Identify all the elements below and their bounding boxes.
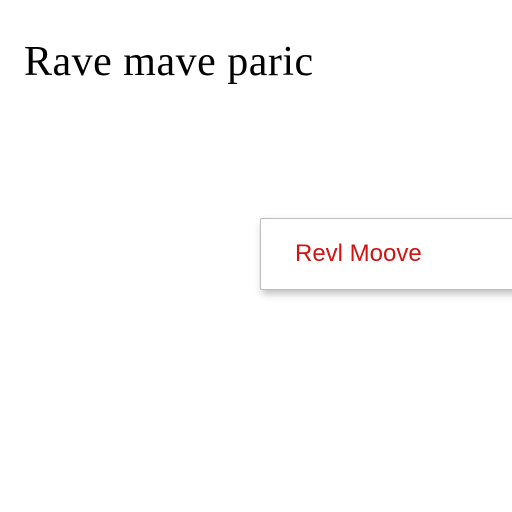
revl-moove-button[interactable]: Revl Moove	[260, 218, 512, 290]
page-heading: Rave mave paric	[24, 38, 314, 86]
revl-moove-button-label: Revl Moove	[295, 240, 422, 268]
